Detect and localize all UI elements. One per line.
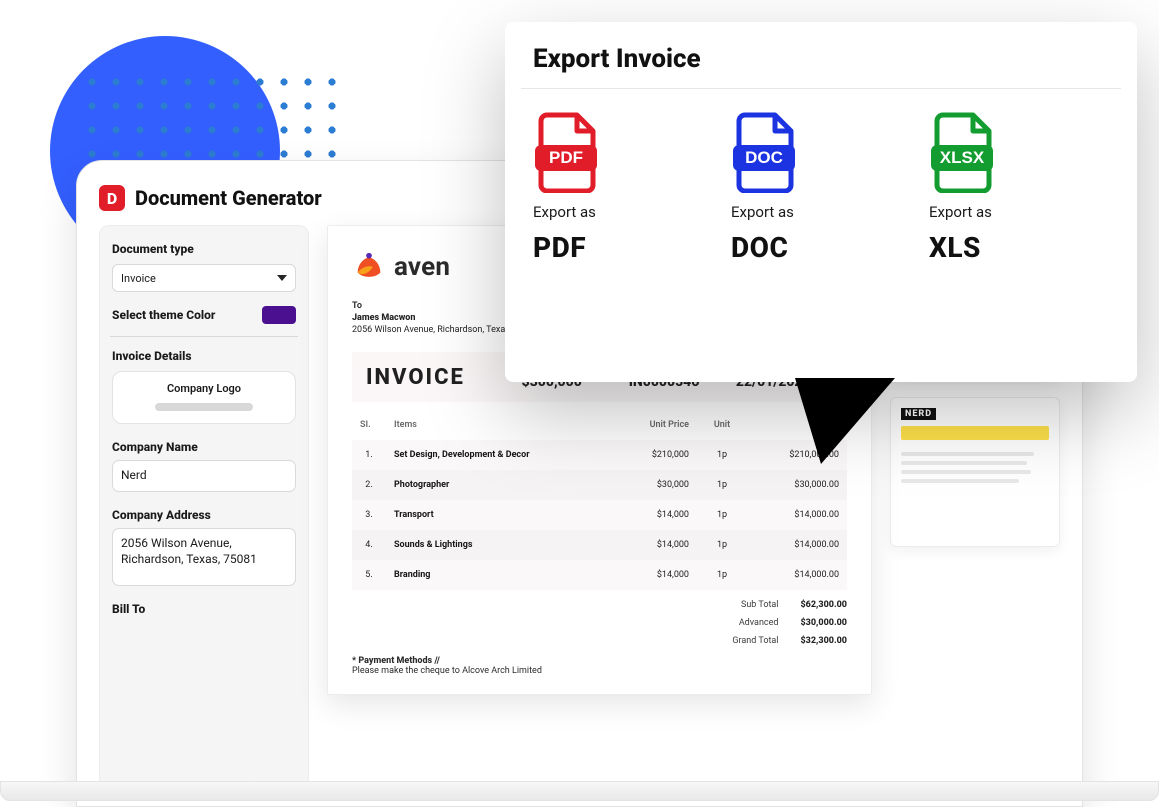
theme-color-swatch[interactable] <box>262 306 296 324</box>
file-pdf-icon: PDF <box>533 111 603 193</box>
col-sl: SI. <box>352 410 386 440</box>
export-type: DOC <box>731 231 911 264</box>
cell-unit: 1p <box>697 560 747 590</box>
theme-color-label: Select theme Color <box>112 308 215 322</box>
template-thumbnail[interactable]: NERD <box>890 397 1060 547</box>
export-label: Export as <box>929 203 1109 221</box>
cell-sl: 5. <box>352 560 386 590</box>
cell-item: Photographer <box>386 470 627 500</box>
cell-unit: 1p <box>697 530 747 560</box>
doc-type-label: Document type <box>112 242 296 256</box>
cell-item: Set Design, Development & Decor <box>386 440 627 470</box>
cell-unit-price: $14,000 <box>627 560 697 590</box>
table-row: 5.Branding$14,0001p$14,000.00 <box>352 560 847 590</box>
grand-total-label: Grand Total <box>732 636 778 646</box>
company-logo-label: Company Logo <box>123 382 285 395</box>
cell-sl: 3. <box>352 500 386 530</box>
cell-unit-price: $30,000 <box>627 470 697 500</box>
cell-item: Transport <box>386 500 627 530</box>
export-type: PDF <box>533 231 713 264</box>
company-name-input[interactable]: Nerd <box>112 460 296 492</box>
cell-total: $14,000.00 <box>747 560 847 590</box>
cell-total: $14,000.00 <box>747 530 847 560</box>
brand-name: aven <box>394 252 450 282</box>
export-label: Export as <box>533 203 713 221</box>
payment-title: * Payment Methods // <box>352 656 440 666</box>
export-title: Export Invoice <box>533 44 1109 74</box>
col-items: Items <box>386 410 627 440</box>
file-doc-icon: DOC <box>731 111 801 193</box>
cell-unit-price: $14,000 <box>627 530 697 560</box>
export-doc-button[interactable]: DOC Export as DOC <box>731 111 911 264</box>
invoice-title: INVOICE <box>366 365 512 390</box>
company-address-input[interactable]: 2056 Wilson Avenue, Richardson, Texas, 7… <box>112 528 296 586</box>
advanced-label: Advanced <box>732 618 778 628</box>
subtotal-label: Sub Total <box>732 600 778 610</box>
app-title: Document Generator <box>135 186 322 210</box>
invoice-details-label: Invoice Details <box>112 349 296 363</box>
cell-item: Branding <box>386 560 627 590</box>
svg-text:XLSX: XLSX <box>940 148 985 167</box>
cell-unit-price: $210,000 <box>627 440 697 470</box>
cell-total: $30,000.00 <box>747 470 847 500</box>
cell-sl: 2. <box>352 470 386 500</box>
company-address-label: Company Address <box>112 508 296 522</box>
company-logo-icon <box>352 250 386 284</box>
invoice-items-table: SI. Items Unit Price Unit Total 1.Set De… <box>352 410 847 590</box>
cell-sl: 1. <box>352 440 386 470</box>
export-xls-button[interactable]: XLSX Export as XLS <box>929 111 1109 264</box>
doc-type-value: Invoice <box>121 272 156 285</box>
payment-note: * Payment Methods // Please make the che… <box>352 656 847 676</box>
export-type: XLS <box>929 231 1109 264</box>
company-name-label: Company Name <box>112 440 296 454</box>
placeholder-bar <box>155 403 252 411</box>
table-row: 2.Photographer$30,0001p$30,000.00 <box>352 470 847 500</box>
cell-unit: 1p <box>697 500 747 530</box>
divider <box>521 88 1121 89</box>
invoice-totals: Sub Total $62,300.00 Advanced $30,000.00 G… <box>352 600 847 646</box>
doc-type-select[interactable]: Invoice <box>112 264 296 292</box>
cell-unit: 1p <box>697 470 747 500</box>
bill-to-label: Bill To <box>112 602 296 616</box>
advanced-value: $30,000.00 <box>800 618 847 628</box>
table-row: 1.Set Design, Development & Decor$210,00… <box>352 440 847 470</box>
company-logo-upload[interactable]: Company Logo <box>112 371 296 424</box>
cell-unit: 1p <box>697 440 747 470</box>
template-highlight <box>901 426 1049 440</box>
col-unit-price: Unit Price <box>627 410 697 440</box>
settings-sidebar: Document type Invoice Select theme Color… <box>99 225 309 788</box>
cell-unit-price: $14,000 <box>627 500 697 530</box>
col-unit: Unit <box>697 410 747 440</box>
table-row: 4.Sounds & Lightings$14,0001p$14,000.00 <box>352 530 847 560</box>
divider <box>110 336 298 337</box>
cell-sl: 4. <box>352 530 386 560</box>
chevron-down-icon <box>277 275 287 281</box>
grand-total-value: $32,300.00 <box>800 636 847 646</box>
export-label: Export as <box>731 203 911 221</box>
popover-pointer-icon <box>795 378 895 464</box>
subtotal-value: $62,300.00 <box>800 600 847 610</box>
svg-text:DOC: DOC <box>745 148 783 167</box>
table-row: 3.Transport$14,0001p$14,000.00 <box>352 500 847 530</box>
svg-text:PDF: PDF <box>549 148 583 167</box>
export-pdf-button[interactable]: PDF Export as PDF <box>533 111 713 264</box>
template-name: NERD <box>901 408 936 420</box>
brand-icon: D <box>99 185 125 211</box>
cell-total: $14,000.00 <box>747 500 847 530</box>
payment-text: Please make the cheque to Alcove Arch Li… <box>352 666 542 676</box>
laptop-base <box>0 781 1159 801</box>
file-xls-icon: XLSX <box>929 111 999 193</box>
export-popover: Export Invoice PDF Export as PDF DOC Expo… <box>505 22 1137 382</box>
cell-item: Sounds & Lightings <box>386 530 627 560</box>
